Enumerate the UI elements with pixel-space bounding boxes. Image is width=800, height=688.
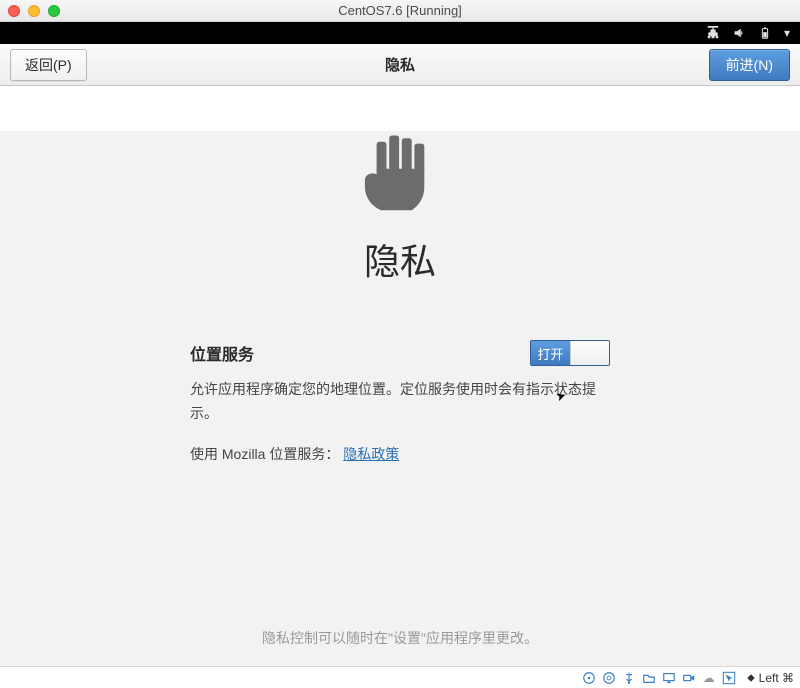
privacy-policy-link[interactable]: 隐私政策: [343, 446, 399, 462]
toggle-on-label: 打开: [531, 341, 570, 365]
window-title: CentOS7.6 [Running]: [0, 3, 800, 18]
window-maximize-button[interactable]: [48, 5, 60, 17]
vm-status-bar: ☁ Left ⌘: [0, 666, 800, 688]
header-title: 隐私: [0, 54, 800, 75]
vm-cloud-icon[interactable]: ☁: [701, 670, 717, 686]
location-services-label: 位置服务: [190, 341, 254, 365]
vm-harddisk-icon[interactable]: [581, 670, 597, 686]
vm-mouse-integration-icon[interactable]: [721, 670, 737, 686]
gnome-top-bar: ▾: [0, 22, 800, 44]
vm-optical-icon[interactable]: [601, 670, 617, 686]
vm-shared-folder-icon[interactable]: [641, 670, 657, 686]
traffic-lights: [0, 5, 60, 17]
window-minimize-button[interactable]: [28, 5, 40, 17]
privacy-hand-icon: [355, 131, 445, 221]
back-button[interactable]: 返回(P): [10, 49, 87, 81]
vm-hostkey-indicator: Left ⌘: [741, 671, 794, 685]
main-content: 隐私 位置服务 打开 允许应用程序确定您的地理位置。定位服务使用时会有指示状态提…: [0, 131, 800, 666]
battery-icon[interactable]: [758, 26, 772, 40]
mozilla-line: 使用 Mozilla 位置服务： 隐私政策: [190, 444, 610, 464]
vm-recording-icon[interactable]: [681, 670, 697, 686]
mozilla-prefix: 使用 Mozilla 位置服务：: [190, 446, 339, 462]
footer-note: 隐私控制可以随时在"设置"应用程序里更改。: [0, 628, 800, 648]
location-services-toggle[interactable]: 打开: [530, 340, 610, 366]
toggle-knob: [570, 341, 609, 365]
mac-titlebar: CentOS7.6 [Running]: [0, 0, 800, 22]
volume-icon[interactable]: [732, 26, 746, 40]
window-close-button[interactable]: [8, 5, 20, 17]
vm-usb-icon[interactable]: [621, 670, 637, 686]
location-services-description: 允许应用程序确定您的地理位置。定位服务使用时会有指示状态提示。: [190, 378, 610, 426]
app-header: 返回(P) 隐私 前进(N): [0, 44, 800, 86]
vm-display-icon[interactable]: [661, 670, 677, 686]
page-title: 隐私: [0, 233, 800, 285]
content-block: 位置服务 打开 允许应用程序确定您的地理位置。定位服务使用时会有指示状态提示。 …: [190, 340, 610, 464]
network-icon[interactable]: [706, 26, 720, 40]
next-button[interactable]: 前进(N): [709, 49, 790, 81]
chevron-down-icon[interactable]: ▾: [784, 26, 790, 40]
